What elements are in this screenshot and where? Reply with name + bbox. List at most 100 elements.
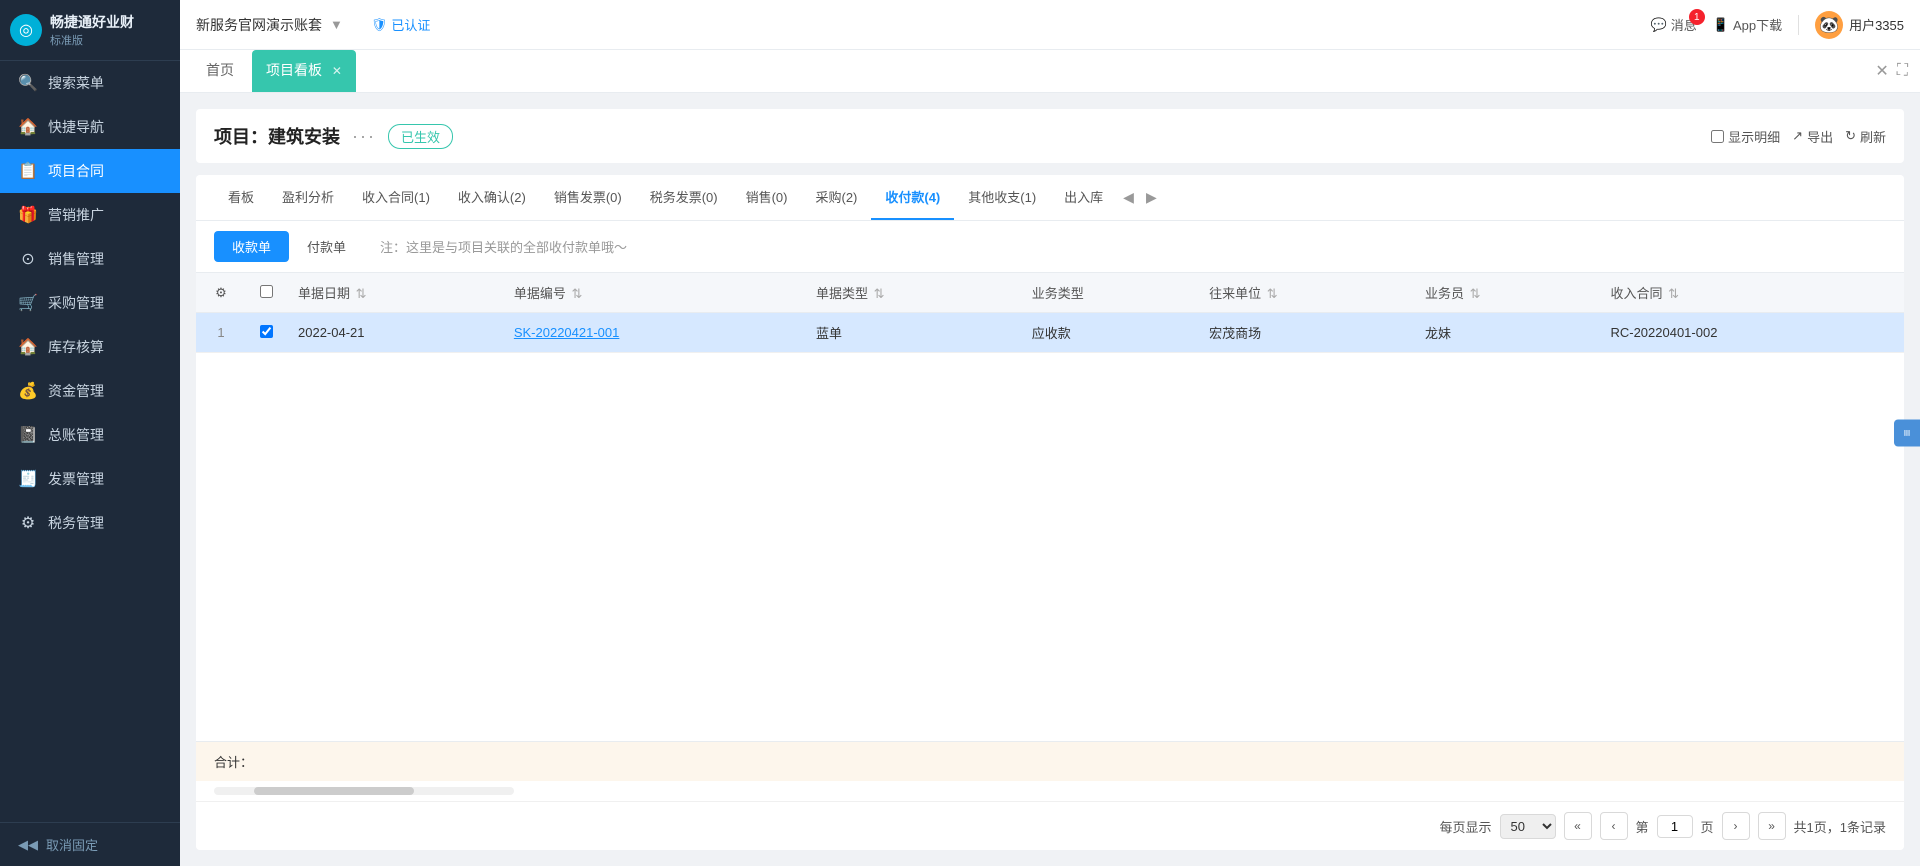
sidebar-item-inventory[interactable]: 🏠 库存核算 [0, 325, 180, 369]
col-checkbox [246, 273, 286, 313]
subtab-sales-invoice[interactable]: 销售发票(0) [540, 175, 636, 220]
row-checkbox-cell[interactable] [246, 313, 286, 353]
sidebar-pin-toggle[interactable]: ◀◀ 取消固定 [0, 822, 180, 866]
panel-icon: ≡ [1900, 429, 1914, 436]
show-detail-checkbox[interactable] [1711, 130, 1724, 143]
sales-icon: ⊙ [18, 249, 38, 269]
subtab-kanban[interactable]: 看板 [214, 175, 268, 220]
col-type-label: 单据类型 [816, 286, 868, 301]
subtab-other-expense[interactable]: 其他收支(1) [954, 175, 1050, 220]
col-date-label: 单据日期 [298, 286, 350, 301]
topbar-left: 新服务官网演示账套 ▼ 🛡 已认证 [196, 15, 430, 35]
settings-icon[interactable]: ⚙ [215, 285, 227, 300]
username-label: 用户3355 [1849, 15, 1904, 34]
col-income-contract[interactable]: 收入合同 ⇅ [1598, 273, 1904, 313]
subtab-next-arrow[interactable]: ▶ [1140, 181, 1163, 214]
project-actions: 显示明细 ↗ 导出 ↻ 刷新 [1711, 127, 1886, 146]
page-input[interactable] [1657, 815, 1693, 838]
tab-close-icon[interactable]: ✕ [332, 64, 342, 78]
export-button[interactable]: ↗ 导出 [1792, 127, 1833, 146]
messages-badge: 1 [1689, 9, 1705, 25]
subtab-profit[interactable]: 盈利分析 [268, 175, 348, 220]
col-salesperson-label: 业务员 [1425, 286, 1464, 301]
expand-tab-control[interactable]: ⛶ [1897, 62, 1908, 80]
sidebar-item-shortcut[interactable]: 🏠 快捷导航 [0, 105, 180, 149]
sidebar-item-sales[interactable]: ⊙ 销售管理 [0, 237, 180, 281]
sidebar-item-purchase[interactable]: 🛒 采购管理 [0, 281, 180, 325]
row-checkbox[interactable] [260, 325, 273, 338]
row-index: 1 [196, 313, 246, 353]
project-more-btn[interactable]: ··· [352, 126, 376, 147]
floating-panel-btn[interactable]: ≡ [1894, 419, 1920, 446]
app-download-button[interactable]: 📱 App下载 [1713, 15, 1782, 34]
subtab-income-confirm[interactable]: 收入确认(2) [444, 175, 540, 220]
show-detail-toggle[interactable]: 显示明细 [1711, 127, 1780, 146]
app-name: 畅捷通好业财 [50, 12, 134, 32]
sidebar-item-invoice[interactable]: 🧾 发票管理 [0, 457, 180, 501]
logo-icon: ◎ [10, 14, 42, 46]
subtab-income-contract[interactable]: 收入合同(1) [348, 175, 444, 220]
refresh-button[interactable]: ↻ 刷新 [1845, 127, 1886, 146]
pin-icon: ◀◀ [18, 837, 38, 853]
row-date: 2022-04-21 [286, 313, 502, 353]
first-page-btn[interactable]: « [1564, 812, 1592, 840]
finance-icon: 💰 [18, 381, 38, 401]
subtab-inout[interactable]: 出入库 [1050, 175, 1117, 220]
sidebar-item-finance[interactable]: 💰 资金管理 [0, 369, 180, 413]
subtab-payment[interactable]: 收付款(4) [871, 175, 954, 220]
sidebar-item-search[interactable]: 🔍 搜索菜单 [0, 61, 180, 105]
row-income-contract: RC-20220401-002 [1598, 313, 1904, 353]
subtab-tax-invoice[interactable]: 税务发票(0) [636, 175, 732, 220]
subtab-prev-arrow[interactable]: ◀ [1117, 181, 1140, 214]
horizontal-scrollbar[interactable] [196, 781, 1904, 801]
app-edition: 标准版 [50, 32, 134, 48]
tax-icon: ⚙ [18, 513, 38, 533]
per-page-label: 每页显示 [1439, 817, 1491, 836]
sidebar-item-tax[interactable]: ⚙ 税务管理 [0, 501, 180, 545]
tab-project-board[interactable]: 项目看板 ✕ [252, 50, 356, 92]
last-page-btn[interactable]: » [1758, 812, 1786, 840]
project-title-prefix: 项目： [214, 127, 268, 147]
col-partner[interactable]: 往来单位 ⇅ [1197, 273, 1413, 313]
table-row: 1 2022-04-21 SK-20220421-001 蓝单 应收款 [196, 313, 1904, 353]
subtab-sales[interactable]: 销售(0) [732, 175, 802, 220]
tab-bar: 首页 项目看板 ✕ ✕ ⛶ [180, 50, 1920, 93]
sort-income-contract-icon: ⇅ [1668, 286, 1679, 301]
sidebar-menu: 🔍 搜索菜单 🏠 快捷导航 📋 项目合同 🎁 营销推广 ⊙ 销售管理 🛒 采购管… [0, 61, 180, 822]
messages-button[interactable]: 💬 消息 1 [1651, 15, 1697, 34]
col-income-contract-label: 收入合同 [1610, 286, 1662, 301]
select-all-checkbox[interactable] [260, 285, 273, 298]
row-number-cell[interactable]: SK-20220421-001 [502, 313, 804, 353]
inventory-icon: 🏠 [18, 337, 38, 357]
row-type: 蓝单 [804, 313, 1020, 353]
col-number[interactable]: 单据编号 ⇅ [502, 273, 804, 313]
subtab-purchase[interactable]: 采购(2) [801, 175, 871, 220]
topbar-divider [1798, 15, 1799, 35]
col-settings[interactable]: ⚙ [196, 273, 246, 313]
account-dropdown-icon[interactable]: ▼ [330, 17, 343, 32]
sidebar-logo: ◎ 畅捷通好业财 标准版 [0, 0, 180, 61]
prev-page-btn[interactable]: ‹ [1600, 812, 1628, 840]
user-menu[interactable]: 🐼 用户3355 [1815, 11, 1904, 39]
sidebar-item-label: 项目合同 [48, 161, 104, 181]
sidebar-item-marketing[interactable]: 🎁 营销推广 [0, 193, 180, 237]
account-name[interactable]: 新服务官网演示账套 [196, 15, 322, 35]
scroll-thumb[interactable] [254, 787, 414, 795]
topbar-right: 💬 消息 1 📱 App下载 🐼 用户3355 [1651, 11, 1904, 39]
sort-number-icon: ⇅ [571, 286, 582, 301]
col-salesperson[interactable]: 业务员 ⇅ [1413, 273, 1599, 313]
panel-toggle-bar: 收款单 付款单 注：这里是与项目关联的全部收付款单哦～ [196, 221, 1904, 273]
col-date[interactable]: 单据日期 ⇅ [286, 273, 502, 313]
per-page-select[interactable]: 50 100 200 [1500, 814, 1556, 839]
col-type[interactable]: 单据类型 ⇅ [804, 273, 1020, 313]
pay-btn[interactable]: 付款单 [289, 231, 364, 262]
doc-number-link[interactable]: SK-20220421-001 [514, 325, 620, 340]
shield-icon: 🛡 [371, 17, 388, 33]
close-tab-control[interactable]: ✕ [1875, 61, 1888, 81]
tab-home[interactable]: 首页 [192, 50, 248, 92]
sidebar-item-contract[interactable]: 📋 项目合同 [0, 149, 180, 193]
sidebar-item-ledger[interactable]: 📓 总账管理 [0, 413, 180, 457]
collect-btn[interactable]: 收款单 [214, 231, 289, 262]
next-page-btn[interactable]: › [1722, 812, 1750, 840]
subtab-bar: 看板 盈利分析 收入合同(1) 收入确认(2) 销售发票(0) 税务发票(0) … [196, 175, 1904, 221]
